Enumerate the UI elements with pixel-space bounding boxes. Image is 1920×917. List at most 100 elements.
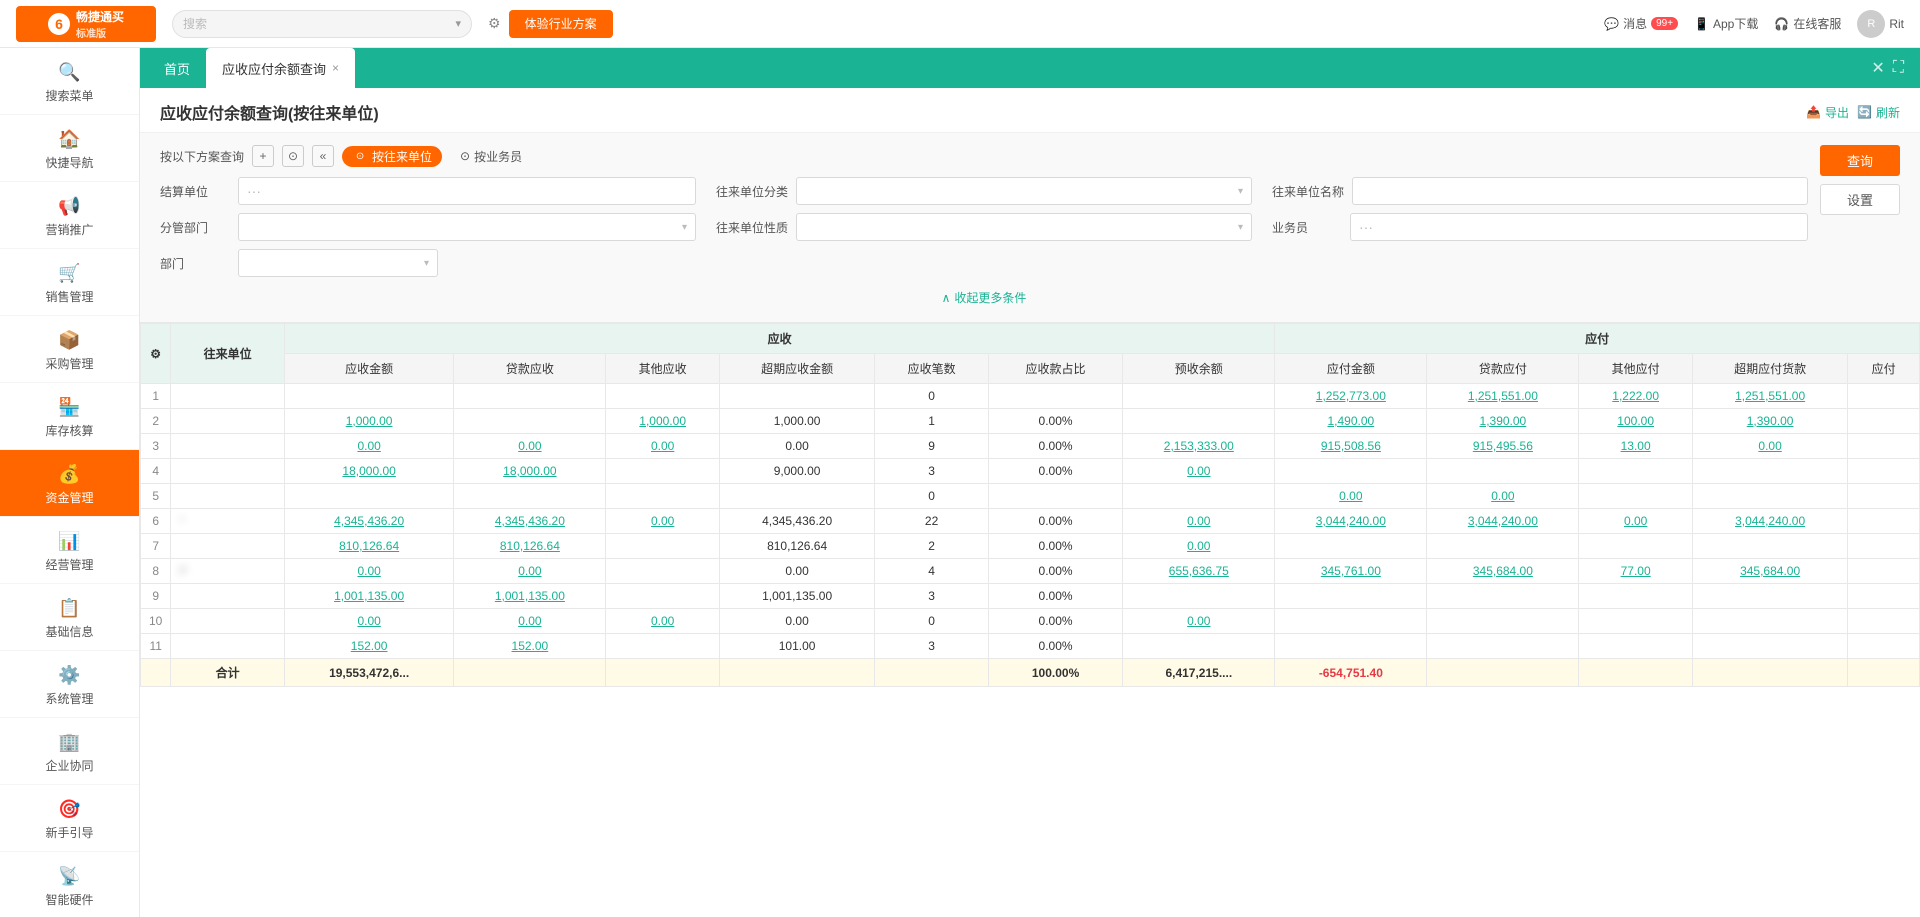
cell[interactable]: 4,345,436.20 [284,509,453,534]
cell[interactable] [1275,459,1427,484]
cell[interactable]: 0.00 [284,609,453,634]
cell[interactable]: 1,251,551.00 [1427,384,1579,409]
cell[interactable]: 1,001,135.00 [454,584,606,609]
app-download-btn[interactable]: 📱 App下载 [1694,15,1758,32]
cell[interactable]: 915,508.56 [1275,434,1427,459]
cell[interactable] [1579,459,1693,484]
cell[interactable]: 1,001,135.00 [284,584,453,609]
cell[interactable]: 3,044,240.00 [1427,509,1579,534]
cell[interactable] [1692,609,1847,634]
cell[interactable]: 810,126.64 [284,534,453,559]
cell[interactable]: 4,345,436.20 [454,509,606,534]
cell[interactable] [454,409,606,434]
cell[interactable] [1692,459,1847,484]
cell[interactable] [1427,534,1579,559]
cell[interactable] [606,584,720,609]
cell[interactable] [1275,609,1427,634]
tab-home[interactable]: 首页 [148,48,206,88]
query-button[interactable]: 查询 [1820,145,1900,176]
cell[interactable] [1123,409,1275,434]
cell[interactable] [1275,584,1427,609]
cell[interactable]: 0.00 [1275,484,1427,509]
cell[interactable] [1123,584,1275,609]
sidebar-item-quick-nav[interactable]: 🏠 快捷导航 [0,115,139,182]
filter-yewuyuan-input[interactable]: ··· [1350,213,1808,241]
cell[interactable]: 0.00 [1427,484,1579,509]
filter-target-btn[interactable]: ⊙ [282,145,304,167]
cell[interactable] [1579,484,1693,509]
sidebar-item-marketing[interactable]: 📢 营销推广 [0,182,139,249]
sidebar-item-inventory[interactable]: 🏪 库存核算 [0,383,139,450]
settings-button[interactable]: 设置 [1820,184,1900,215]
cell[interactable]: 0.00 [1123,459,1275,484]
cell[interactable]: 345,684.00 [1427,559,1579,584]
cell[interactable]: 1,390.00 [1692,409,1847,434]
cell[interactable]: 152.00 [284,634,453,659]
cell[interactable]: 3,044,240.00 [1692,509,1847,534]
refresh-button[interactable]: 🔄 刷新 [1857,104,1900,121]
cell[interactable] [606,459,720,484]
cell[interactable] [1579,634,1693,659]
cell[interactable] [1275,534,1427,559]
close-window-icon[interactable]: ✕ [1871,58,1884,78]
cell[interactable] [1123,484,1275,509]
cell[interactable]: 2,153,333.00 [1123,434,1275,459]
sidebar-item-sales[interactable]: 🛒 销售管理 [0,249,139,316]
sidebar-item-smart-hw[interactable]: 📡 智能硬件 [0,852,139,917]
user-info[interactable]: R Rit [1857,10,1904,38]
cell[interactable]: 0.00 [1123,534,1275,559]
cell[interactable]: 0.00 [284,559,453,584]
cell[interactable] [1123,634,1275,659]
cell[interactable]: 0.00 [454,609,606,634]
cell[interactable]: 0.00 [284,434,453,459]
filter-bumen-input[interactable]: ▾ [238,249,438,277]
cell[interactable] [454,484,606,509]
cell[interactable]: 0.00 [1579,509,1693,534]
cell[interactable]: 810,126.64 [454,534,606,559]
cell[interactable]: 0.00 [1123,509,1275,534]
cell[interactable] [1123,384,1275,409]
solution-button[interactable]: 体验行业方案 [509,10,613,38]
tab-close-icon[interactable]: × [332,61,339,75]
cell[interactable]: 1,222.00 [1579,384,1693,409]
filter-fenlei-input[interactable]: ▾ [796,177,1252,205]
sidebar-item-search-menu[interactable]: 🔍 搜索菜单 [0,48,139,115]
cell[interactable] [1692,634,1847,659]
cell[interactable] [1692,484,1847,509]
cell[interactable]: 77.00 [1579,559,1693,584]
sidebar-item-system[interactable]: ⚙️ 系统管理 [0,651,139,718]
filter-collapse-btn[interactable]: « [312,145,334,167]
cell[interactable]: 100.00 [1579,409,1693,434]
filter-add-btn[interactable]: + [252,145,274,167]
cell[interactable] [606,384,720,409]
cell[interactable]: 0.00 [454,559,606,584]
cell[interactable]: 3,044,240.00 [1275,509,1427,534]
cell[interactable] [1275,634,1427,659]
cell[interactable] [284,384,453,409]
cell[interactable] [1427,459,1579,484]
cell[interactable] [1692,534,1847,559]
cell[interactable]: 1,000.00 [284,409,453,434]
tab-current[interactable]: 应收应付余额查询 × [206,48,355,88]
cell[interactable]: 655,636.75 [1123,559,1275,584]
cell[interactable]: 915,495.56 [1427,434,1579,459]
cell[interactable] [1579,609,1693,634]
sidebar-item-basic-info[interactable]: 📋 基础信息 [0,584,139,651]
cell[interactable]: 345,684.00 [1692,559,1847,584]
cell[interactable]: 18,000.00 [284,459,453,484]
cell[interactable] [1579,584,1693,609]
filter-jiesuan-input[interactable]: ··· [238,177,696,205]
cell[interactable] [1427,584,1579,609]
filter-xingzhi-input[interactable]: ▾ [796,213,1252,241]
cell[interactable]: 0.00 [606,509,720,534]
collapse-more-btn[interactable]: ∧ 收起更多条件 [160,285,1808,310]
col-gear[interactable]: ⚙ [141,324,171,384]
cell[interactable]: 1,251,551.00 [1692,384,1847,409]
cell[interactable] [1427,634,1579,659]
sidebar-item-operations[interactable]: 📊 经营管理 [0,517,139,584]
cell[interactable]: 1,000.00 [606,409,720,434]
cell[interactable] [284,484,453,509]
cell[interactable] [606,484,720,509]
cell[interactable]: 0.00 [1123,609,1275,634]
sidebar-item-enterprise[interactable]: 🏢 企业协同 [0,718,139,785]
